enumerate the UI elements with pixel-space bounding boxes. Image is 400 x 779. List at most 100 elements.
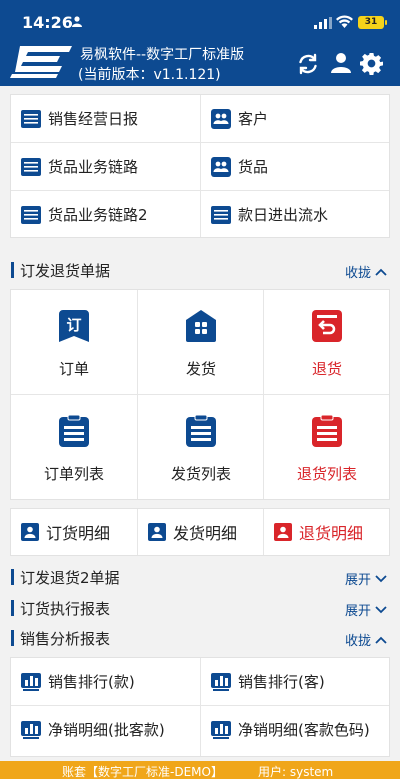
menu-item-label: 净销明细(客款色码) — [238, 721, 370, 739]
net-sales-color-size-button[interactable]: 净销明细(客款色码) — [201, 706, 389, 753]
report-icon — [21, 205, 41, 224]
toggle-label: 收拢 — [344, 266, 371, 281]
orders-grid-card: 订 订单 发货 退货 订单列表 发货列表 退货列表 — [10, 289, 390, 500]
menu-item-product-chain[interactable]: 货品业务链路 — [11, 143, 200, 190]
svg-text:订: 订 — [66, 316, 81, 334]
bar-chart-icon — [21, 720, 41, 739]
status-bar: 14:26 31 — [0, 0, 400, 44]
refresh-icon[interactable] — [296, 52, 320, 76]
detail-label: 订货明细 — [46, 524, 111, 543]
sales-rank-style-button[interactable]: 销售排行(款) — [11, 658, 200, 705]
ship-list-button[interactable]: 发货列表 — [138, 395, 264, 499]
section-title: 订货执行报表 — [20, 600, 111, 618]
cellular-signal-icon — [314, 17, 332, 29]
collapse-toggle[interactable]: 收拢 — [345, 630, 387, 649]
app-version: (当前版本：v1.1.121) — [78, 67, 221, 83]
user-icon[interactable] — [330, 52, 352, 74]
menu-item-label: 货品 — [238, 158, 269, 176]
return-detail-button[interactable]: 退货明细 — [264, 509, 389, 555]
menu-item-label: 客户 — [238, 110, 269, 128]
chevron-up-icon — [375, 268, 387, 276]
toggle-label: 展开 — [344, 604, 371, 619]
detail-label: 发货明细 — [173, 524, 238, 543]
contact-card-icon — [274, 523, 292, 541]
users-icon — [211, 108, 231, 129]
list-icon — [59, 415, 89, 447]
ship-label: 发货 — [185, 360, 216, 378]
users-icon — [211, 156, 231, 177]
top-menu-card: 销售经营日报 客户 货品业务链路 货品 货品业务链路2 款日进出流水 — [10, 94, 390, 238]
expand-toggle[interactable]: 展开 — [345, 569, 387, 588]
company-logo — [10, 46, 72, 78]
order-list-button[interactable]: 订单列表 — [11, 395, 137, 499]
menu-item-label: 销售排行(款) — [48, 673, 135, 691]
return-list-button[interactable]: 退货列表 — [264, 395, 390, 499]
list-icon — [312, 415, 342, 447]
status-time: 14:26 — [22, 13, 73, 32]
report-icon — [211, 205, 231, 224]
section-title: 订发退货单据 — [20, 262, 111, 280]
expand-toggle[interactable]: 展开 — [345, 600, 387, 619]
report-icon — [21, 157, 41, 176]
detail-label: 退货明细 — [299, 524, 364, 543]
section-accent-bar — [11, 262, 14, 278]
app-header: 易枫软件--数字工厂标准版 (当前版本：v1.1.121) — [0, 44, 400, 86]
section-header-orders2: 订发退货2单据 展开 — [0, 562, 400, 592]
report-icon — [21, 109, 41, 128]
bar-chart-icon — [21, 672, 41, 691]
bar-chart-icon — [211, 672, 231, 691]
list-icon — [186, 415, 216, 447]
menu-item-daily-cashflow[interactable]: 款日进出流水 — [201, 191, 389, 238]
menu-item-products[interactable]: 货品 — [201, 143, 389, 190]
toggle-label: 收拢 — [344, 634, 371, 649]
contact-card-icon — [148, 523, 166, 541]
bar-chart-icon — [211, 720, 231, 739]
order-detail-button[interactable]: 订货明细 — [11, 509, 137, 555]
chevron-up-icon — [375, 636, 387, 644]
return-icon — [312, 310, 342, 342]
chevron-down-icon — [375, 574, 387, 582]
ship-detail-button[interactable]: 发货明细 — [138, 509, 263, 555]
ship-button[interactable]: 发货 — [138, 290, 264, 394]
order-label: 订单 — [58, 360, 89, 378]
section-title: 销售分析报表 — [20, 630, 111, 648]
menu-item-label: 净销明细(批客款) — [48, 721, 165, 739]
section-header-sales: 销售分析报表 收拢 — [0, 623, 400, 653]
net-sales-batch-button[interactable]: 净销明细(批客款) — [11, 706, 200, 753]
chevron-down-icon — [375, 605, 387, 613]
wifi-icon — [336, 15, 353, 28]
collapse-toggle[interactable]: 收拢 — [345, 262, 387, 281]
user-info: 用户: system — [258, 765, 334, 779]
account-info: 账套【数字工厂标准-DEMO】 — [62, 765, 223, 779]
section-accent-bar — [11, 569, 14, 585]
section-accent-bar — [11, 600, 14, 616]
app-name: 易枫软件--数字工厂标准版 — [80, 47, 245, 63]
menu-item-label: 货品业务链路 — [48, 158, 139, 176]
menu-item-product-chain-2[interactable]: 货品业务链路2 — [11, 191, 200, 238]
details-card: 订货明细 发货明细 退货明细 — [10, 508, 390, 556]
menu-item-label: 销售排行(客) — [238, 673, 325, 691]
section-title: 订发退货2单据 — [20, 569, 120, 587]
battery-icon: 31 — [358, 16, 387, 29]
section-header-execution: 订货执行报表 展开 — [0, 593, 400, 623]
sales-rank-customer-button[interactable]: 销售排行(客) — [201, 658, 389, 705]
menu-item-label: 销售经营日报 — [48, 110, 139, 128]
ship-icon — [186, 310, 216, 342]
toggle-label: 展开 — [344, 573, 371, 588]
sales-menu-card: 销售排行(款) 销售排行(客) 净销明细(批客款) 净销明细(客款色码) — [10, 657, 390, 757]
settings-gear-icon[interactable] — [360, 52, 383, 75]
ship-list-label: 发货列表 — [170, 465, 231, 483]
return-button[interactable]: 退货 — [264, 290, 390, 394]
return-label: 退货 — [311, 360, 342, 378]
account-footer: 账套【数字工厂标准-DEMO】 用户: system — [0, 761, 400, 779]
menu-item-customers[interactable]: 客户 — [201, 95, 389, 142]
order-button[interactable]: 订 订单 — [11, 290, 137, 394]
order-list-label: 订单列表 — [43, 465, 104, 483]
contact-card-icon — [21, 523, 39, 541]
return-list-label: 退货列表 — [296, 465, 357, 483]
section-accent-bar — [11, 630, 14, 646]
section-header-orders: 订发退货单据 收拢 — [0, 255, 400, 285]
menu-item-label: 货品业务链路2 — [48, 206, 148, 224]
menu-item-sales-daily[interactable]: 销售经营日报 — [11, 95, 200, 142]
menu-item-label: 款日进出流水 — [238, 206, 329, 224]
